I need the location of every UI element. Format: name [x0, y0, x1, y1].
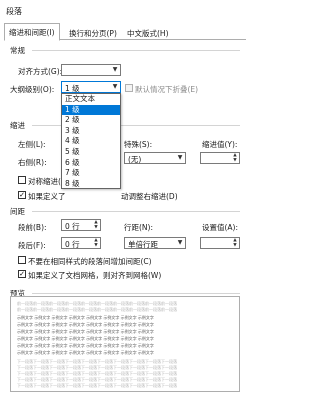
- alignment-label: 对齐方式(G):: [18, 67, 63, 76]
- line-spacing-label: 行距(N):: [124, 223, 153, 232]
- space-before-label: 段前(B):: [18, 223, 47, 232]
- dropdown-option-selected[interactable]: 1 级: [62, 104, 120, 116]
- tab-strip: 缩进和间距(I) 换行和分页(P) 中文版式(H): [4, 22, 246, 41]
- chevron-down-icon: ▼: [112, 66, 118, 73]
- alignment-select[interactable]: ▼: [61, 64, 121, 76]
- auto-right-indent-label: 如果定义了: [28, 192, 66, 201]
- divider: [32, 50, 240, 51]
- auto-right-indent-label-tail: 动调整右缩进(D): [121, 192, 178, 201]
- no-space-same-style-label: 不要在相同样式的段落间增加间距(C): [28, 257, 152, 266]
- at-label: 设置值(A):: [202, 223, 239, 232]
- preview-sample-line: 示例文字 示例文字 示例文字 示例文字 示例文字 示例文字 示例文字 示例文字: [17, 336, 154, 341]
- indent-right-label: 右侧(R):: [18, 158, 47, 167]
- special-select[interactable]: (无) ▼: [124, 152, 186, 164]
- outline-level-label: 大纲级别(O):: [10, 85, 55, 94]
- line-spacing-select[interactable]: 单倍行距 ▼: [124, 237, 186, 249]
- spin-arrows-icon[interactable]: ▲ ▼: [92, 220, 100, 230]
- spacing-header: 间距: [10, 207, 25, 216]
- indent-header: 缩进: [10, 121, 25, 130]
- collapsed-checkbox[interactable]: [125, 84, 133, 92]
- space-before-stepper[interactable]: 0 行 ▲ ▼: [61, 219, 101, 231]
- tab-asian-typography[interactable]: 中文版式(H): [122, 24, 174, 40]
- special-label: 特殊(S):: [124, 140, 153, 149]
- preview-sample-line: 示例文字 示例文字 示例文字 示例文字 示例文字 示例文字 示例文字 示例文字: [17, 322, 154, 327]
- indent-by-stepper[interactable]: ▲ ▼: [200, 152, 240, 164]
- dropdown-option[interactable]: 7 级: [62, 168, 120, 179]
- preview-sample-line: 示例文字 示例文字 示例文字 示例文字 示例文字 示例文字 示例文字 示例文字: [17, 315, 154, 320]
- no-space-same-style-checkbox[interactable]: [18, 256, 26, 264]
- indent-left-label: 左侧(L):: [18, 140, 46, 149]
- preview-sample-line: 示例文字 示例文字 示例文字 示例文字 示例文字 示例文字 示例文字 示例文字: [17, 343, 154, 348]
- at-stepper[interactable]: ▲ ▼: [200, 237, 240, 249]
- preview-prev-line: 前一段落前一段落前一段落前一段落前一段落前一段落前一段落前一段落前一段落前一段落: [17, 307, 177, 312]
- collapsed-label: 默认情况下折叠(E): [135, 85, 199, 94]
- space-after-label: 段后(F):: [18, 241, 46, 250]
- space-after-value: 0 行: [65, 240, 80, 249]
- special-value: (无): [128, 155, 142, 164]
- outline-level-dropdown[interactable]: 正文文本 1 级 2 级 3 级 4 级 5 级 6 级 7 级 8 级: [61, 93, 121, 189]
- dropdown-option[interactable]: 6 级: [62, 158, 120, 169]
- indent-by-label: 缩进值(Y):: [202, 140, 238, 149]
- dropdown-option[interactable]: 4 级: [62, 136, 120, 147]
- space-after-stepper[interactable]: 0 行 ▲ ▼: [61, 237, 101, 249]
- auto-right-indent-checkbox[interactable]: ✓: [18, 191, 26, 199]
- dropdown-option[interactable]: 5 级: [62, 147, 120, 158]
- snap-to-grid-label: 如果定义了文档网格，则对齐到网格(W): [28, 271, 162, 280]
- preview-panel: 前一段落前一段落前一段落前一段落前一段落前一段落前一段落前一段落前一段落前一段落…: [10, 296, 240, 392]
- dropdown-option[interactable]: 8 级: [62, 179, 120, 190]
- chevron-down-icon: ▼: [112, 83, 118, 90]
- check-icon: ✓: [19, 191, 25, 199]
- space-before-value: 0 行: [65, 222, 80, 231]
- preview-sample-line: 示例文字 示例文字 示例文字 示例文字 示例文字 示例文字 示例文字 示例文字: [17, 329, 154, 334]
- spin-arrows-icon[interactable]: ▲ ▼: [231, 153, 239, 163]
- mirror-indents-checkbox[interactable]: [18, 176, 26, 184]
- outline-level-value: 1 级: [65, 84, 80, 93]
- tab-label: 换行和分页(P): [69, 29, 117, 38]
- chevron-down-icon: ▼: [177, 154, 183, 161]
- tab-label: 缩进和间距(I): [9, 28, 55, 37]
- window-title: 段落: [6, 7, 22, 16]
- general-header: 常规: [10, 46, 25, 55]
- outline-level-select[interactable]: 1 级 ▼: [61, 81, 121, 93]
- title-bar: 段落: [0, 0, 250, 22]
- preview-next-line: 下一段落下一段落下一段落下一段落下一段落下一段落下一段落下一段落下一段落下一段落: [17, 383, 177, 388]
- divider: [32, 211, 240, 212]
- dropdown-option[interactable]: 3 级: [62, 126, 120, 137]
- preview-sample-line: 示例文字 示例文字 示例文字 示例文字 示例文字 示例文字 示例文字 示例文字: [17, 350, 154, 355]
- chevron-down-icon: ▼: [177, 239, 183, 246]
- spin-arrows-icon[interactable]: ▲ ▼: [231, 238, 239, 248]
- tab-line-page-breaks[interactable]: 换行和分页(P): [64, 24, 122, 40]
- tab-indents-spacing[interactable]: 缩进和间距(I): [4, 23, 60, 41]
- spin-arrows-icon[interactable]: ▲ ▼: [92, 238, 100, 248]
- dropdown-option[interactable]: 2 级: [62, 115, 120, 126]
- tab-label: 中文版式(H): [127, 29, 169, 38]
- dropdown-option[interactable]: 正文文本: [62, 94, 120, 105]
- line-spacing-value: 单倍行距: [128, 240, 158, 249]
- divider: [32, 293, 240, 294]
- check-icon: ✓: [19, 270, 25, 278]
- snap-to-grid-checkbox[interactable]: ✓: [18, 270, 26, 278]
